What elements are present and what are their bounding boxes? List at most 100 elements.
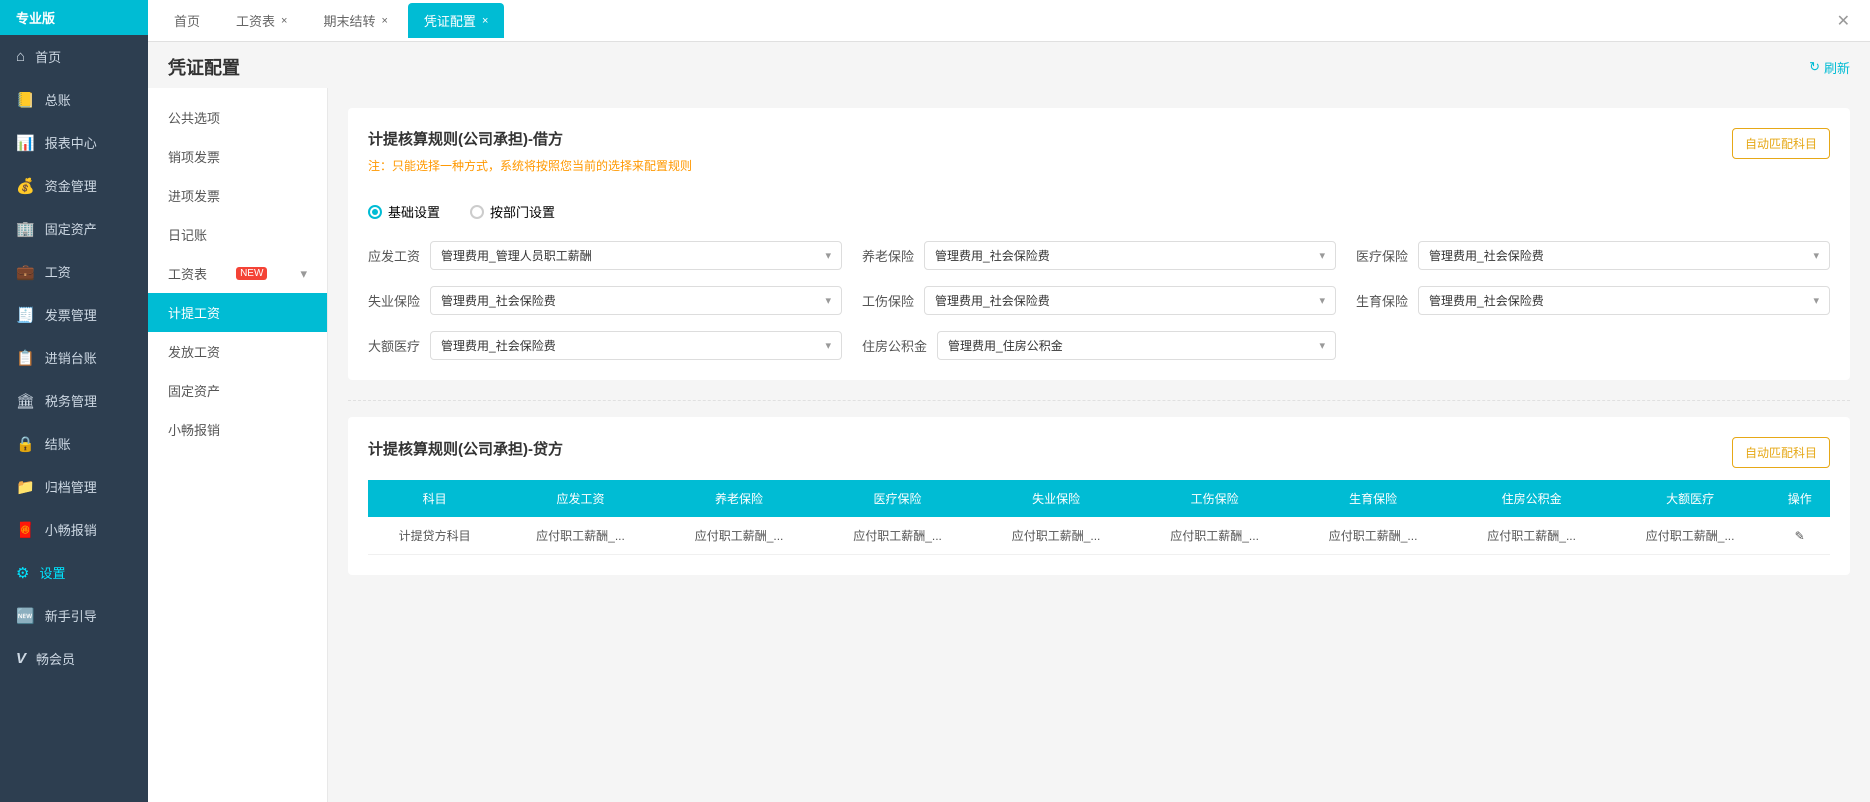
housing-select[interactable]: 管理费用_住房公积金 ▾ <box>937 331 1336 360</box>
field-unemployment: 失业保险 管理费用_社会保险费 ▾ <box>368 286 842 315</box>
app-version: 专业版 <box>0 0 148 35</box>
funds-icon: 💰 <box>16 177 35 195</box>
chevron-down-icon: ▾ <box>1319 249 1325 262</box>
auto-match-debit-button[interactable]: 自动匹配科目 <box>1732 128 1830 159</box>
expense-icon: 🧧 <box>16 521 35 539</box>
col-action: 操作 <box>1769 480 1830 517</box>
pension-label: 养老保险 <box>862 246 914 265</box>
col-unemployment: 失业保险 <box>977 480 1136 517</box>
edit-icon[interactable]: ✎ <box>1795 529 1805 543</box>
sidebar-item-ledger[interactable]: 📒 总账 <box>0 78 148 121</box>
radio-dept-setting[interactable]: 按部门设置 <box>470 202 555 221</box>
medical-label: 医疗保险 <box>1356 246 1408 265</box>
unemployment-select[interactable]: 管理费用_社会保险费 ▾ <box>430 286 842 315</box>
left-nav-purchase-invoice[interactable]: 进项发票 <box>148 176 327 215</box>
tab-close-salary[interactable]: × <box>281 15 287 27</box>
refresh-icon: ↻ <box>1809 59 1820 75</box>
section2-header-row: 计提核算规则(公司承担)-贷方 自动匹配科目 <box>368 437 1830 468</box>
sidebar-item-member[interactable]: V 畅会员 <box>0 637 148 680</box>
chevron-down-icon: ▾ <box>825 249 831 262</box>
sidebar-item-expense[interactable]: 🧧 小畅报销 <box>0 508 148 551</box>
sidebar-item-archive[interactable]: 📁 归档管理 <box>0 465 148 508</box>
housing-label: 住房公积金 <box>862 336 927 355</box>
pension-select[interactable]: 管理费用_社会保险费 ▾ <box>924 241 1336 270</box>
sidebar-item-label: 设置 <box>39 563 65 582</box>
debit-form-row-2: 失业保险 管理费用_社会保险费 ▾ 工伤保险 管理费用_社会保险费 ▾ <box>368 286 1830 315</box>
auto-match-credit-button[interactable]: 自动匹配科目 <box>1732 437 1830 468</box>
sidebar-item-closing[interactable]: 🔒 结账 <box>0 422 148 465</box>
window-close-button[interactable]: ✕ <box>1827 11 1860 31</box>
page-header: 凭证配置 ↻ 刷新 <box>148 42 1870 88</box>
left-nav-public-options[interactable]: 公共选项 <box>148 98 327 137</box>
left-nav-fixed-assets[interactable]: 固定资产 <box>148 371 327 410</box>
chevron-down-icon: ▾ <box>1813 249 1819 262</box>
page-title: 凭证配置 <box>168 54 240 80</box>
left-nav-pay-salary[interactable]: 发放工资 <box>148 332 327 371</box>
sidebar-item-guide[interactable]: 🆕 新手引导 <box>0 594 148 637</box>
salary-select[interactable]: 管理费用_管理人员职工薪酬 ▾ <box>430 241 842 270</box>
chevron-down-icon: ▾ <box>300 266 307 282</box>
injury-select[interactable]: 管理费用_社会保险费 ▾ <box>924 286 1336 315</box>
closing-icon: 🔒 <box>16 435 35 453</box>
table-row: 计提贷方科目 应付职工薪酬_... 应付职工薪酬_... 应付职工薪酬_... … <box>368 517 1830 555</box>
debit-form-grid: 应发工资 管理费用_管理人员职工薪酬 ▾ 养老保险 管理费用_社会保险费 ▾ <box>368 241 1830 360</box>
sidebar-item-inout[interactable]: 📋 进销台账 <box>0 336 148 379</box>
salary-label: 应发工资 <box>368 246 420 265</box>
col-pension: 养老保险 <box>660 480 819 517</box>
left-nav-salary-table[interactable]: 工资表 NEW ▾ <box>148 254 327 293</box>
left-nav-sales-invoice[interactable]: 销项发票 <box>148 137 327 176</box>
left-nav-expense-report[interactable]: 小畅报销 <box>148 410 327 449</box>
tab-close-period[interactable]: × <box>381 15 387 27</box>
credit-table-header: 科目 应发工资 养老保险 医疗保险 失业保险 工伤保险 生育保险 住房公积金 大… <box>368 480 1830 517</box>
section-credit: 计提核算规则(公司承担)-贷方 自动匹配科目 科目 应发工资 养老保险 医疗保险… <box>348 417 1850 575</box>
cell-medical: 应付职工薪酬_... <box>818 517 977 555</box>
sidebar-item-home[interactable]: ⌂ 首页 <box>0 35 148 78</box>
large-medical-select[interactable]: 管理费用_社会保险费 ▾ <box>430 331 842 360</box>
radio-basic-setting[interactable]: 基础设置 <box>368 202 440 221</box>
cell-action[interactable]: ✎ <box>1769 517 1830 555</box>
tab-close-voucher[interactable]: × <box>482 15 488 27</box>
medical-select[interactable]: 管理费用_社会保险费 ▾ <box>1418 241 1830 270</box>
sidebar-item-settings[interactable]: ⚙ 设置 <box>0 551 148 594</box>
sidebar-item-assets[interactable]: 🏢 固定资产 <box>0 207 148 250</box>
sidebar-item-salary[interactable]: 💼 工资 <box>0 250 148 293</box>
sidebar: 专业版 ⌂ 首页 📒 总账 📊 报表中心 💰 资金管理 🏢 固定资产 💼 工资 … <box>0 0 148 802</box>
right-content: 计提核算规则(公司承担)-借方 注：只能选择一种方式，系统将按照您当前的选择来配… <box>328 88 1870 802</box>
sidebar-item-funds[interactable]: 💰 资金管理 <box>0 164 148 207</box>
tab-home[interactable]: 首页 <box>158 3 216 38</box>
radio-dept-label: 按部门设置 <box>490 202 555 221</box>
refresh-button[interactable]: ↻ 刷新 <box>1809 58 1850 77</box>
left-nav-calc-salary[interactable]: 计提工资 <box>148 293 327 332</box>
col-subject: 科目 <box>368 480 501 517</box>
birth-select[interactable]: 管理费用_社会保险费 ▾ <box>1418 286 1830 315</box>
section2-title: 计提核算规则(公司承担)-贷方 <box>368 438 563 459</box>
sidebar-item-label: 工资 <box>45 262 71 281</box>
sidebar-item-invoice-mgr[interactable]: 🧾 发票管理 <box>0 293 148 336</box>
cell-unemployment: 应付职工薪酬_... <box>977 517 1136 555</box>
section1-title: 计提核算规则(公司承担)-借方 <box>368 128 692 149</box>
main-area: 首页 工资表 × 期末结转 × 凭证配置 × ✕ 凭证配置 ↻ 刷新 公共选项 … <box>148 0 1870 802</box>
sidebar-item-label: 总账 <box>45 90 71 109</box>
sidebar-item-label: 报表中心 <box>45 133 97 152</box>
archive-icon: 📁 <box>16 478 35 496</box>
cell-subject: 计提贷方科目 <box>368 517 501 555</box>
tab-voucher-config[interactable]: 凭证配置 × <box>408 3 504 38</box>
radio-group-debit: 基础设置 按部门设置 <box>368 202 1830 221</box>
sidebar-item-tax[interactable]: 🏛 税务管理 <box>0 379 148 422</box>
large-medical-label: 大额医疗 <box>368 336 420 355</box>
left-nav-journal[interactable]: 日记账 <box>148 215 327 254</box>
cell-pension: 应付职工薪酬_... <box>660 517 819 555</box>
section-debit: 计提核算规则(公司承担)-借方 注：只能选择一种方式，系统将按照您当前的选择来配… <box>348 108 1850 380</box>
section-divider <box>348 400 1850 401</box>
sidebar-item-reports[interactable]: 📊 报表中心 <box>0 121 148 164</box>
tabs-bar: 首页 工资表 × 期末结转 × 凭证配置 × ✕ <box>148 0 1870 42</box>
tab-salary-table[interactable]: 工资表 × <box>220 3 303 38</box>
member-icon: V <box>16 650 26 667</box>
inout-icon: 📋 <box>16 349 35 367</box>
sidebar-item-label: 归档管理 <box>45 477 97 496</box>
credit-table-body: 计提贷方科目 应付职工薪酬_... 应付职工薪酬_... 应付职工薪酬_... … <box>368 517 1830 555</box>
cell-birth: 应付职工薪酬_... <box>1294 517 1453 555</box>
debit-form-row-1: 应发工资 管理费用_管理人员职工薪酬 ▾ 养老保险 管理费用_社会保险费 ▾ <box>368 241 1830 270</box>
tab-period-close[interactable]: 期末结转 × <box>307 3 403 38</box>
field-pension: 养老保险 管理费用_社会保险费 ▾ <box>862 241 1336 270</box>
